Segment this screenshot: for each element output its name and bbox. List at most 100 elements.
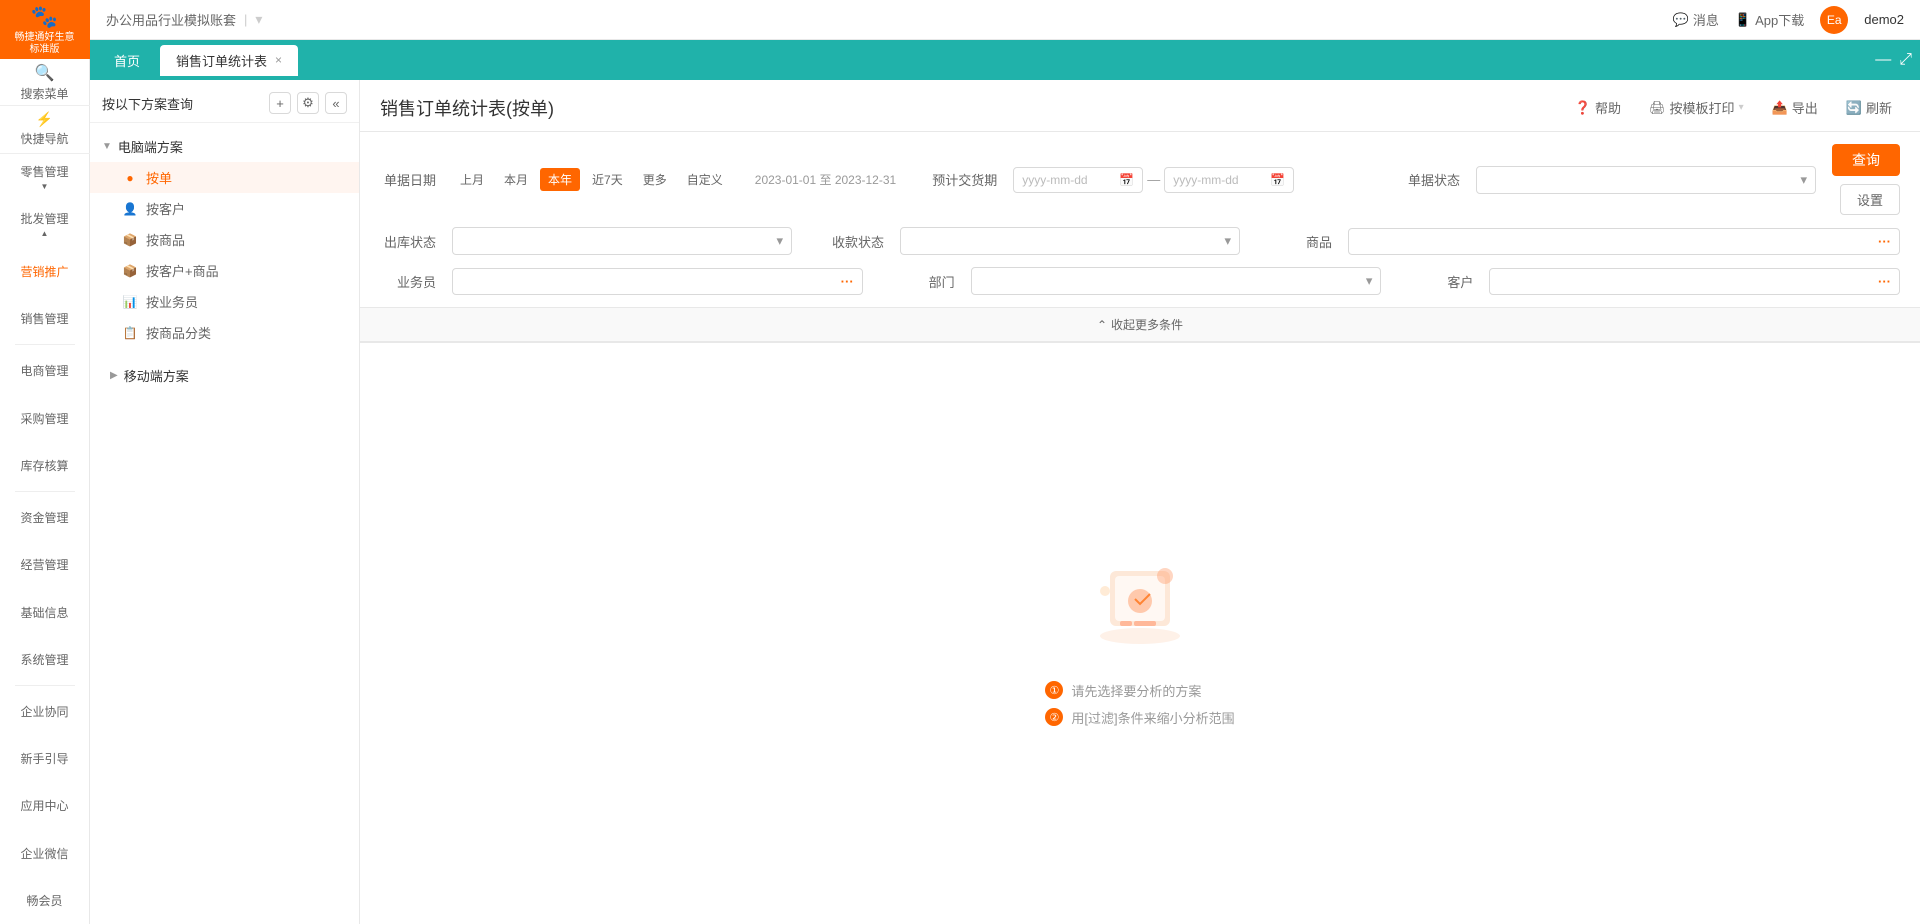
date-btn-custom[interactable]: 自定义 bbox=[679, 168, 731, 191]
filter-section: 单据日期 上月 本月 本年 近7天 更多 自定义 2023-01-01 至 20… bbox=[360, 132, 1920, 343]
page-actions: ❓ 帮助 🖨 按模板打印 ▾ 📤 导出 🔄 刷新 bbox=[1567, 94, 1900, 121]
member-label: 畅会员 bbox=[26, 892, 62, 909]
sidebar-item-purchase[interactable]: 采购管理 bbox=[0, 395, 90, 442]
scheme-item-bycustomergoods-label: 按客户+商品 bbox=[146, 261, 219, 280]
sidebar-logo[interactable]: 🐾 畅捷通好生意 标准版 bbox=[0, 0, 90, 59]
scheme-item-bycategory[interactable]: 📋 按商品分类 bbox=[90, 317, 359, 348]
print-label: 按模板打印 bbox=[1670, 98, 1735, 117]
salesperson-select[interactable]: ··· bbox=[452, 268, 863, 295]
query-button[interactable]: 查询 bbox=[1832, 144, 1900, 176]
search-icon: 🔍 bbox=[35, 63, 55, 83]
chevron-right-icon: ▶ bbox=[110, 370, 118, 381]
username-label[interactable]: demo2 bbox=[1864, 12, 1904, 27]
tab-home[interactable]: 首页 bbox=[98, 45, 156, 76]
date-btn-thismonth[interactable]: 本月 bbox=[496, 168, 536, 191]
order-status-select[interactable]: ▾ bbox=[1476, 166, 1816, 194]
print-button[interactable]: 🖨 按模板打印 ▾ bbox=[1641, 94, 1752, 121]
expected-delivery-end[interactable]: yyyy-mm-dd 📅 bbox=[1164, 167, 1294, 193]
newuser-label: 新手引导 bbox=[20, 750, 68, 767]
collapse-panel-button[interactable]: « bbox=[325, 92, 347, 114]
pc-scheme-header[interactable]: ▼ 电脑端方案 bbox=[90, 131, 359, 162]
sidebar-item-corpwechat[interactable]: 企业微信 bbox=[0, 830, 90, 877]
add-scheme-button[interactable]: + bbox=[269, 92, 291, 114]
retail-label: 零售管理 bbox=[20, 163, 68, 180]
sidebar-item-finance[interactable]: 资金管理 bbox=[0, 494, 90, 541]
empty-tip-2: ② 用[过滤]条件来缩小分析范围 bbox=[1045, 708, 1234, 727]
scheme-item-bygoods-label: 按商品 bbox=[146, 230, 185, 249]
tab-active-label: 销售订单统计表 bbox=[176, 51, 267, 70]
sidebar-item-member[interactable]: 畅会员 bbox=[0, 877, 90, 924]
action-buttons: 查询 设置 bbox=[1832, 144, 1900, 215]
sidebar-item-wholesale[interactable]: 批发管理 ▲ bbox=[0, 201, 90, 248]
sidebar-item-operations[interactable]: 经营管理 bbox=[0, 541, 90, 588]
scheme-item-byorder[interactable]: ● 按单 bbox=[90, 162, 359, 193]
dept-label: 部门 bbox=[899, 272, 955, 291]
sidebar-item-quicknav[interactable]: ⚡ 快捷导航 bbox=[0, 106, 90, 153]
corpwechat-label: 企业微信 bbox=[20, 845, 68, 862]
receipt-status-select[interactable]: ▾ bbox=[900, 227, 1240, 255]
goods-label: 商品 bbox=[1276, 232, 1332, 251]
marketing-label: 营销推广 bbox=[20, 263, 68, 280]
export-button[interactable]: 📤 导出 bbox=[1764, 94, 1826, 121]
scheme-item-bysalesperson[interactable]: 📊 按业务员 bbox=[90, 286, 359, 317]
scheme-item-bycustomergoods[interactable]: 📦 按客户+商品 bbox=[90, 255, 359, 286]
ship-status-select[interactable]: ▾ bbox=[452, 227, 792, 255]
expected-delivery-inputs: yyyy-mm-dd 📅 — yyyy-mm-dd 📅 bbox=[1013, 167, 1368, 193]
minimize-button[interactable]: — bbox=[1875, 51, 1891, 69]
refresh-icon: 🔄 bbox=[1846, 100, 1862, 116]
date-btn-7days[interactable]: 近7天 bbox=[584, 168, 631, 191]
scheme-settings-button[interactable]: ⚙ bbox=[297, 92, 319, 114]
sidebar-item-marketing[interactable]: 营销推广 bbox=[0, 248, 90, 295]
sidebar-item-appcenter[interactable]: 应用中心 bbox=[0, 782, 90, 829]
wholesale-label: 批发管理 bbox=[20, 210, 68, 227]
scheme-item-bygoods[interactable]: 📦 按商品 bbox=[90, 224, 359, 255]
date-start-placeholder: yyyy-mm-dd bbox=[1022, 173, 1087, 187]
settings-button[interactable]: 设置 bbox=[1840, 184, 1900, 215]
app-download-button[interactable]: 📱 App下载 bbox=[1735, 10, 1804, 29]
add-icon: + bbox=[276, 96, 284, 111]
date-btn-thisyear[interactable]: 本年 bbox=[540, 168, 580, 191]
chevron-down-icon: ▼ bbox=[102, 141, 112, 152]
customer-select[interactable]: ··· bbox=[1489, 268, 1900, 295]
purchase-label: 采购管理 bbox=[20, 410, 68, 427]
dept-select[interactable]: ▾ bbox=[971, 267, 1382, 295]
topbar-dropdown-icon[interactable]: ▾ bbox=[255, 11, 262, 28]
sidebar-divider-2 bbox=[15, 491, 75, 492]
tab-close-icon[interactable]: × bbox=[275, 53, 282, 67]
collapse-bar[interactable]: ⌃ 收起更多条件 bbox=[360, 307, 1920, 342]
page-title: 销售订单统计表(按单) bbox=[380, 95, 554, 121]
sidebar-item-search[interactable]: 🔍 搜索菜单 bbox=[0, 59, 90, 106]
sidebar-search-label: 搜索菜单 bbox=[20, 85, 68, 102]
left-panel: 按以下方案查询 + ⚙ « ▼ 电脑端方案 bbox=[90, 80, 360, 924]
mobile-scheme-header[interactable]: ▶ 移动端方案 bbox=[90, 360, 359, 391]
collapse-label: 收起更多条件 bbox=[1111, 316, 1183, 333]
maximize-button[interactable]: ⤢ bbox=[1899, 51, 1912, 69]
sidebar-item-basic[interactable]: 基础信息 bbox=[0, 588, 90, 635]
sidebar-item-system[interactable]: 系统管理 bbox=[0, 636, 90, 683]
sidebar-item-sales[interactable]: 销售管理 bbox=[0, 295, 90, 342]
help-button[interactable]: ❓ 帮助 bbox=[1567, 94, 1629, 121]
message-button[interactable]: 💬 消息 bbox=[1673, 10, 1719, 29]
scheme-item-bycustomer[interactable]: 👤 按客户 bbox=[90, 193, 359, 224]
date-btn-lastmonth[interactable]: 上月 bbox=[452, 168, 492, 191]
date-btn-more[interactable]: 更多 bbox=[635, 168, 675, 191]
topbar: 办公用品行业模拟账套 | ▾ 💬 消息 📱 App下载 Ea demo2 bbox=[90, 0, 1920, 40]
logo-icon: 🐾 bbox=[31, 4, 58, 30]
sidebar-item-retail[interactable]: 零售管理 ▼ bbox=[0, 154, 90, 201]
refresh-button[interactable]: 🔄 刷新 bbox=[1838, 94, 1900, 121]
salesperson-label: 业务员 bbox=[380, 272, 436, 291]
operations-label: 经营管理 bbox=[20, 556, 68, 573]
sidebar-item-ecommerce[interactable]: 电商管理 bbox=[0, 347, 90, 394]
date-label: 单据日期 bbox=[380, 170, 436, 189]
sidebar-quicknav-label: 快捷导航 bbox=[20, 130, 68, 147]
sidebar-item-enterprise[interactable]: 企业协同 bbox=[0, 688, 90, 735]
sidebar-item-newuser[interactable]: 新手引导 bbox=[0, 735, 90, 782]
avatar[interactable]: Ea bbox=[1820, 6, 1848, 34]
mobile-scheme-section: ▶ 移动端方案 bbox=[90, 356, 359, 395]
goods-select[interactable]: ··· bbox=[1348, 228, 1900, 255]
avatar-text: Ea bbox=[1827, 13, 1842, 27]
sidebar-item-inventory[interactable]: 库存核算 bbox=[0, 442, 90, 489]
tab-sales-order[interactable]: 销售订单统计表 × bbox=[160, 45, 298, 76]
logo-text: 畅捷通好生意 标准版 bbox=[15, 32, 75, 56]
expected-delivery-start[interactable]: yyyy-mm-dd 📅 bbox=[1013, 167, 1143, 193]
